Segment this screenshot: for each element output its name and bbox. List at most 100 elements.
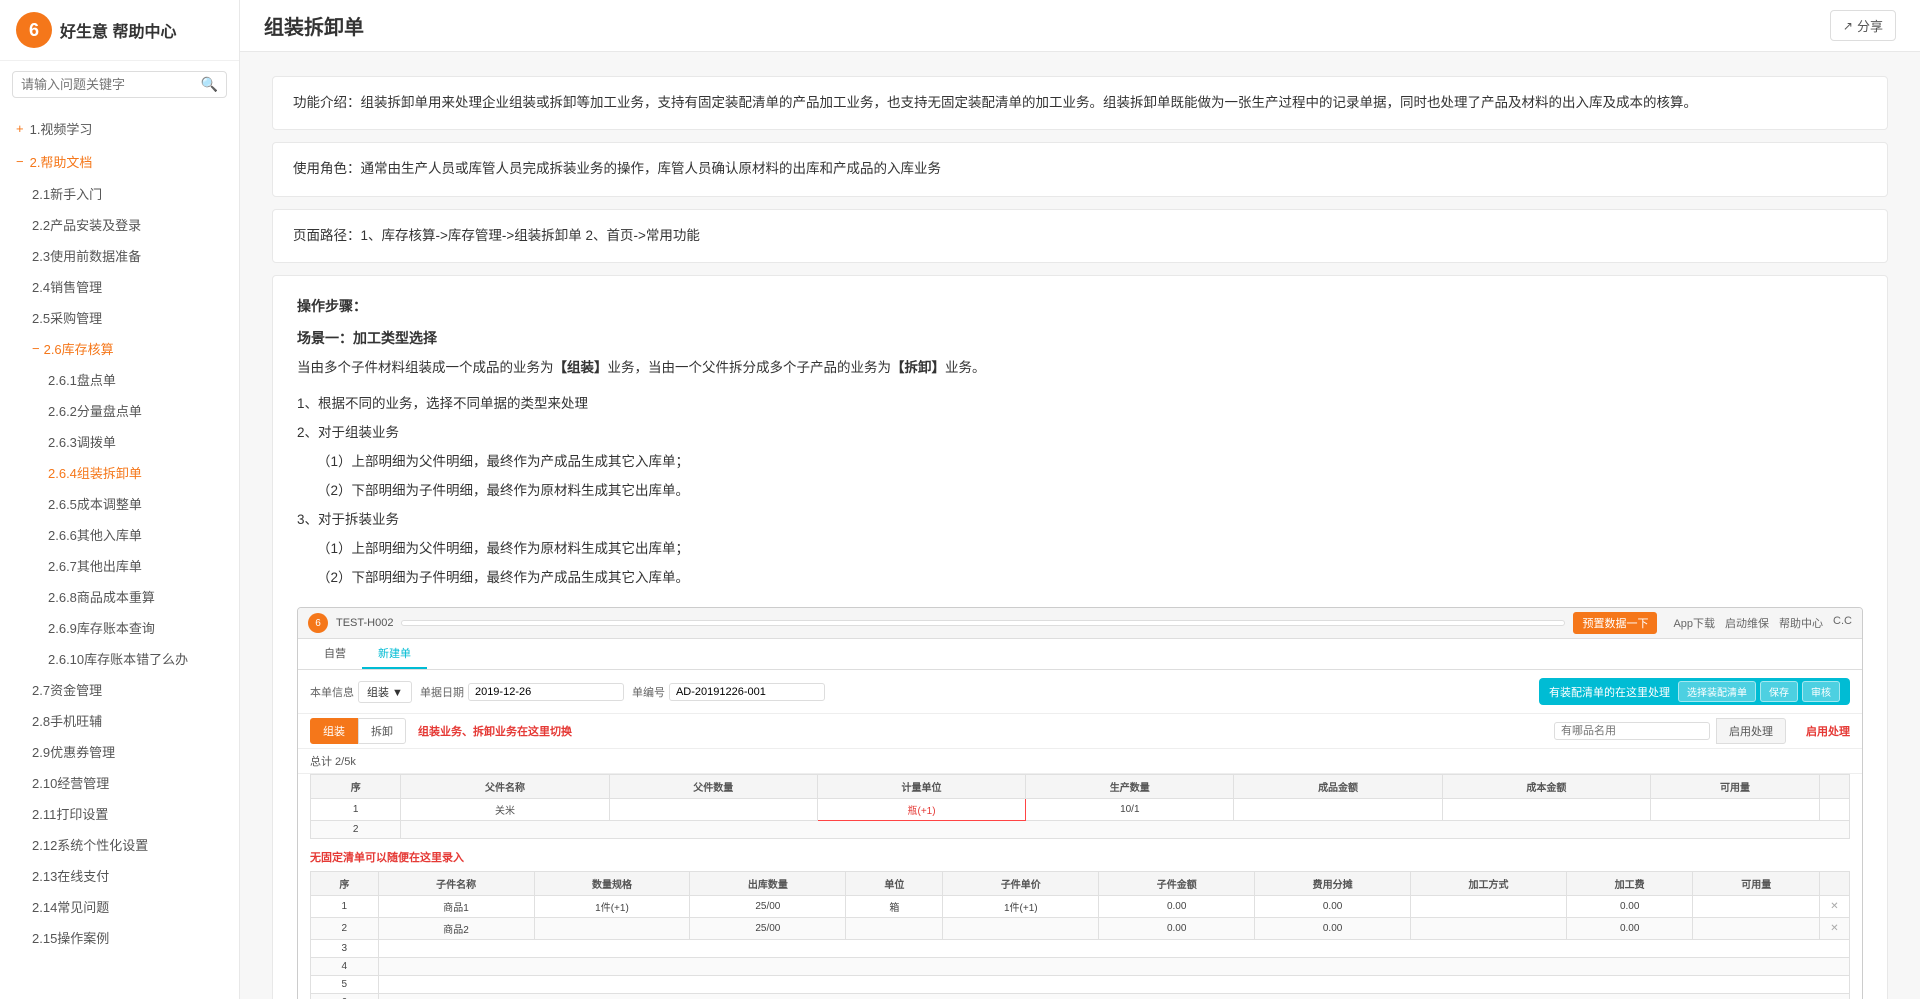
ss-select-bom-btn[interactable]: 选择装配清单 — [1678, 681, 1756, 702]
sidebar-item-adjust[interactable]: 2.6.3调拨单 — [0, 426, 239, 457]
ss-col-parent-name: 父件名称 — [401, 775, 609, 799]
ss-date-label: 单据日期 — [420, 684, 464, 700]
share-button[interactable]: ↗ 分享 — [1830, 10, 1896, 41]
sidebar-item-otherin[interactable]: 2.6.6其他入库单 — [0, 519, 239, 550]
role-block: 使用角色：通常由生产人员或库管人员完成拆装业务的操作，库管人员确认原材料的出库和… — [272, 142, 1888, 196]
ss-bom-input[interactable] — [1554, 722, 1710, 740]
ss-enable-btn[interactable]: 启用处理 — [1716, 718, 1786, 744]
ss-switch-annotation: 组装业务、拆卸业务在这里切换 — [418, 723, 572, 739]
step3-text: 3、对于拆装业务 — [297, 506, 1863, 533]
sidebar-item-label: 2.6.8商品成本重算 — [48, 587, 155, 606]
ss-col-cost-alloc: 费用分摊 — [1255, 872, 1411, 896]
sidebar-item-costrecalc[interactable]: 2.6.8商品成本重算 — [0, 581, 239, 612]
sidebar-item-ops[interactable]: 2.10经营管理 — [0, 767, 239, 798]
search-input[interactable] — [21, 77, 201, 92]
ss-cell-seq: 1 — [311, 799, 401, 821]
sidebar-item-sysconfig[interactable]: 2.12系统个性化设置 — [0, 829, 239, 860]
ss-col-process-fee: 加工费 — [1566, 872, 1692, 896]
search-icon: 🔍 — [201, 76, 218, 93]
sidebar-item-inventory[interactable]: −2.6库存核算 — [0, 333, 239, 364]
sidebar-item-newbie[interactable]: 2.1新手入门 — [0, 178, 239, 209]
ss-link-maintain[interactable]: 启动维保 — [1725, 615, 1769, 631]
ss-cell-cost-amount — [1442, 799, 1650, 821]
sidebar-item-label: 2.6.7其他出库单 — [48, 556, 142, 575]
step3-2-text: （2）下部明细为子件明细，最终作为产成品生成其它入库单。 — [297, 564, 1863, 591]
ss-link-help[interactable]: 帮助中心 — [1779, 615, 1823, 631]
ss-test-label: TEST-H002 — [336, 617, 393, 629]
sidebar-item-label: 2.6.2分量盘点单 — [48, 401, 142, 420]
ss-field-type: 本单信息 组装 ▼ — [310, 681, 412, 703]
ss-type-select[interactable]: 组装 ▼ — [358, 681, 412, 703]
path-block: 页面路径：1、库存核算->库存管理->组装拆卸单 2、首页->常用功能 — [272, 209, 1888, 263]
ss-col-seq: 序 — [311, 872, 379, 896]
table-row: 1 关米 瓶(+1) 10/1 — [311, 799, 1850, 821]
ss-lower-table: 序 子件名称 数量规格 出库数量 单位 子件单价 子件金额 费用分摊 加工方式 — [310, 871, 1850, 999]
sidebar-item-install[interactable]: 2.2产品安装及登录 — [0, 209, 239, 240]
sidebar-item-stocktake[interactable]: 2.6.1盘点单 — [0, 364, 239, 395]
ss-tab-self[interactable]: 自营 — [308, 639, 362, 669]
ss-preset-btn[interactable]: 预置数据一下 — [1573, 612, 1657, 634]
ss-link-user[interactable]: C.C — [1833, 615, 1852, 631]
sidebar-item-ledger[interactable]: 2.6.9库存账本查询 — [0, 612, 239, 643]
table-row: 1 商品1 1件(+1) 25/00 箱 1件(+1) 0.00 0.00 — [311, 896, 1850, 918]
ss-col-process-type: 加工方式 — [1411, 872, 1567, 896]
ss-cell: 0.00 — [1566, 918, 1692, 940]
ss-no-bom-annotation: 无固定清单可以随便在这里录入 — [298, 847, 1862, 867]
ss-tab-new[interactable]: 新建单 — [362, 639, 427, 669]
ss-cell-seq: 2 — [311, 821, 401, 839]
ss-link-app[interactable]: App下载 — [1673, 615, 1715, 631]
ss-cell-avail — [1650, 799, 1819, 821]
sidebar-item-costadjust[interactable]: 2.6.5成本调整单 — [0, 488, 239, 519]
table-row: 6 — [311, 994, 1850, 999]
sidebar-item-pay[interactable]: 2.13在线支付 — [0, 860, 239, 891]
ss-col-parent-qty: 父件数量 — [609, 775, 817, 799]
sidebar-item-sales[interactable]: 2.4销售管理 — [0, 271, 239, 302]
ss-bom-notice-bar: 有装配清单的在这里处理 选择装配清单 保存 审核 — [1539, 678, 1850, 705]
sidebar-item-faq[interactable]: 2.14常见问题 — [0, 891, 239, 922]
sidebar-item-mobile[interactable]: 2.8手机旺辅 — [0, 705, 239, 736]
sidebar-item-funds[interactable]: 2.7资金管理 — [0, 674, 239, 705]
ss-disassembly-btn[interactable]: 拆卸 — [358, 718, 406, 744]
top-bar: 组装拆卸单 ↗ 分享 — [240, 0, 1920, 52]
ss-audit-btn[interactable]: 审核 — [1802, 681, 1840, 702]
ss-col-seq: 序 — [311, 775, 401, 799]
sidebar-item-label: 2.6.3调拨单 — [48, 432, 116, 451]
ss-date-input[interactable] — [468, 683, 624, 701]
sidebar-item-otherout[interactable]: 2.6.7其他出库单 — [0, 550, 239, 581]
ss-bom-field: 启用处理 — [1554, 718, 1786, 744]
ss-order-input[interactable] — [669, 683, 825, 701]
step2-2-text: （2）下部明细为子件明细，最终作为原材料生成其它出库单。 — [297, 477, 1863, 504]
ss-cell: ✕ — [1820, 918, 1850, 940]
sidebar-item-coupon[interactable]: 2.9优惠券管理 — [0, 736, 239, 767]
sidebar-item-assembly[interactable]: 2.6.4组装拆卸单 — [0, 457, 239, 488]
sidebar-item-label: 2.6.4组装拆卸单 — [48, 463, 142, 482]
sidebar-item-label: 2.2产品安装及登录 — [32, 215, 141, 234]
ss-cell — [943, 918, 1099, 940]
ss-cell — [1411, 896, 1567, 918]
sidebar-item-label: 2.9优惠券管理 — [32, 742, 115, 761]
ss-cell: 0.00 — [1099, 918, 1255, 940]
ss-type-label: 本单信息 — [310, 684, 354, 700]
scenario1-title: 场景一：加工类型选择 — [297, 328, 1863, 348]
path-text: 页面路径：1、库存核算->库存管理->组装拆卸单 2、首页->常用功能 — [293, 228, 700, 243]
share-icon: ↗ — [1843, 19, 1853, 33]
ss-cell: 箱 — [846, 896, 943, 918]
ss-col-avail2: 可用量 — [1693, 872, 1820, 896]
sidebar-item-prepare[interactable]: 2.3使用前数据准备 — [0, 240, 239, 271]
search-box[interactable]: 🔍 — [12, 71, 227, 98]
ss-cell — [1411, 918, 1567, 940]
sidebar-item-cases[interactable]: 2.15操作案例 — [0, 922, 239, 953]
sidebar-item-video[interactable]: + 1.视频学习 — [0, 112, 239, 145]
ss-save-btn[interactable]: 保存 — [1760, 681, 1798, 702]
sidebar-item-purchase[interactable]: 2.5采购管理 — [0, 302, 239, 333]
sidebar-item-ledgererr[interactable]: 2.6.10库存账本错了么办 — [0, 643, 239, 674]
ss-assembly-btn[interactable]: 组装 — [310, 718, 358, 744]
ss-cell-parent-qty — [609, 799, 817, 821]
sidebar-item-print[interactable]: 2.11打印设置 — [0, 798, 239, 829]
step1-text: 1、根据不同的业务，选择不同单据的类型来处理 — [297, 390, 1863, 417]
ss-col-unit2: 单位 — [846, 872, 943, 896]
ss-cell: 25/00 — [690, 896, 846, 918]
sidebar-item-stocktake2[interactable]: 2.6.2分量盘点单 — [0, 395, 239, 426]
ss-field-order: 单编号 — [632, 683, 825, 701]
sidebar-item-docs[interactable]: − 2.帮助文档 — [0, 145, 239, 178]
